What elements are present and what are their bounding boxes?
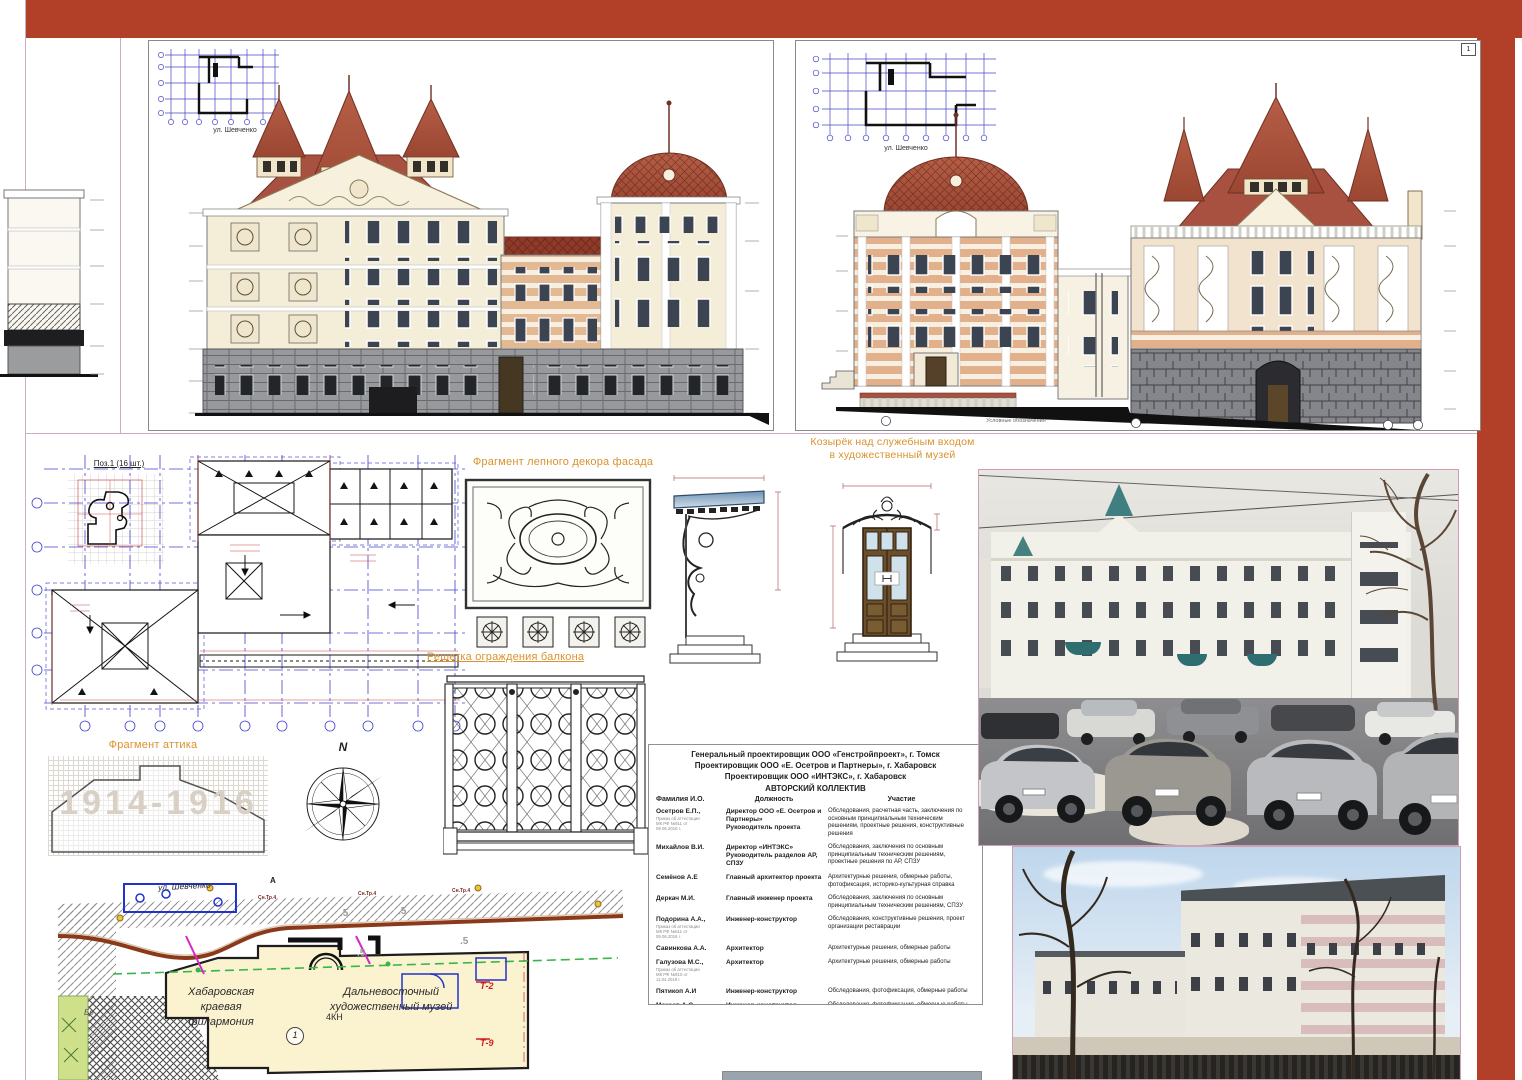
- photo-trees: [1018, 849, 1441, 1079]
- siteplan-philharmonic-label: Хабаровская краевая филармония: [188, 986, 255, 1028]
- credit-note: Приказ об аттестации МК РФ №810 от 11.04…: [656, 966, 700, 982]
- credits-table: Генеральный проектировщик ООО «Генстройп…: [648, 744, 983, 1005]
- credit-role: Главный архитектор проекта: [726, 874, 822, 882]
- siteplan-building-number: 1: [286, 1027, 304, 1045]
- credit-name: Подорина А.А.,: [656, 916, 706, 924]
- credit-part: Архитектурные решения, обмерные работы: [828, 959, 951, 966]
- credit-name: Макеев А.С.: [656, 1002, 720, 1004]
- credit-name: Савинкова А.А.: [656, 945, 707, 953]
- roof-plan-drawing: [31, 455, 465, 732]
- presentation-board: ул. Шевченко 1 ул. Шевченко Условные обо…: [0, 0, 1522, 1080]
- right-elevation-drawing: [821, 83, 1456, 430]
- page-left-rule: [25, 0, 26, 1080]
- siteplan-spot-height: .5: [460, 936, 469, 947]
- siteplan-curb-label: Бр: [84, 1008, 94, 1017]
- frame-top-band: [25, 0, 1522, 38]
- sheet-right-elevation: 1 ул. Шевченко Условные обозначения: [795, 40, 1481, 431]
- credits-header-1: Генеральный проектировщик ООО «Генстройп…: [691, 750, 940, 759]
- credit-role: Архитектор: [726, 945, 764, 953]
- credits-row: Михайлов В.И. Директор «ИНТЭКС» Руководи…: [656, 844, 975, 868]
- credits-row: Макеев А.С. Инженер-конструктор Обследов…: [656, 1002, 975, 1004]
- credit-name: Деркач М.И.: [656, 895, 695, 903]
- canopy-label: Козырёк над служебным входом в художеств…: [810, 436, 975, 461]
- siteplan-museum-label: Дальневосточный художественный музей: [330, 986, 453, 1013]
- credit-part: Обследования, расчетная часть, заключени…: [828, 808, 964, 837]
- credit-part: Обследования, заключения по основным при…: [828, 895, 964, 909]
- credit-role: Главный инженер проекта: [726, 895, 813, 903]
- credits-columns: Фамилия И.О. Должность Участие: [656, 796, 975, 803]
- photo-bottom-strip: [722, 1071, 982, 1080]
- siteplan-marker-t9: Т-9: [480, 1038, 494, 1048]
- credit-part: Обследования, фотофиксация, обмерные раб…: [828, 1002, 975, 1004]
- credits-header-2: Проектировщик ООО «Е. Осетров и Партнеры…: [694, 760, 937, 770]
- credits-row: Пятикоп А.И Инженер-конструктор Обследов…: [656, 988, 975, 996]
- credits-row: Осетров Е.П., Приказ об аттестации МК РФ…: [656, 808, 975, 838]
- col-part: Участие: [887, 796, 916, 804]
- legend-note: Условные обозначения: [986, 418, 1046, 424]
- credit-role: Директор ООО «Е. Осетров и Партнеры» Рук…: [726, 808, 822, 832]
- attic-drawing: 1914-1916: [48, 756, 268, 856]
- siteplan-spot-height: .5: [357, 948, 366, 959]
- credit-role: Директор «ИНТЭКС» Руководитель разделов …: [726, 844, 818, 868]
- siteplan-spot-height: .5: [340, 908, 349, 919]
- photo-corner-view: [1012, 846, 1461, 1080]
- photo-window-row: [1001, 602, 1401, 618]
- credit-name: Осетров Е.П.,: [656, 808, 701, 816]
- railing-drawing: [443, 675, 648, 855]
- credits-row: Семёнов А.Е Главный архитектор проекта А…: [656, 874, 975, 889]
- credit-role: Инженер-конструктор: [726, 916, 798, 924]
- credits-rows: Осетров Е.П., Приказ об аттестации МК РФ…: [656, 808, 975, 1004]
- decor-fragment-label: Фрагмент лепного декора фасада: [472, 456, 654, 468]
- compass-rose: [304, 767, 382, 841]
- photo-turret-teal: [1105, 484, 1133, 516]
- attic-label: Фрагмент аттика: [108, 739, 198, 751]
- credit-note: Приказ об аттестации МК РФ №611 от 09.06…: [656, 923, 700, 939]
- credit-role: Инженер-конструктор: [726, 988, 798, 996]
- photo-cornice: [991, 558, 1411, 561]
- photo-tree-branches: [1359, 472, 1457, 710]
- frame-right-band: [1477, 0, 1515, 1080]
- siteplan-tr-label: Сн.Тр.4: [358, 891, 377, 897]
- credits-row: Савинкова А.А. Архитектор Архитектурные …: [656, 945, 975, 953]
- sheet-left-elevation: ул. Шевченко: [148, 40, 774, 431]
- credit-role: Архитектор: [726, 959, 764, 967]
- siteplan-spot-height: .5: [398, 906, 407, 917]
- photo-cars: [981, 699, 1458, 835]
- left-margin-section-fragment: [0, 189, 104, 377]
- attic-dates-text: 1914-1916: [59, 784, 258, 822]
- siteplan-arrow-label: А: [270, 876, 276, 885]
- credits-row: Подорина А.А., Приказ об аттестации МК Р…: [656, 916, 975, 939]
- mid-divider-rule: [25, 433, 1477, 434]
- credit-part: Обследования, фотофиксация, обмерные раб…: [828, 988, 968, 995]
- credit-note: Приказ об аттестации МК РФ №911 от 09.06…: [656, 815, 700, 832]
- siteplan-kn-label: 4КН: [326, 1012, 343, 1022]
- credits-row: Галузова М.С., Приказ об аттестации МК Р…: [656, 959, 975, 982]
- credit-name: Галузова М.С.,: [656, 959, 704, 967]
- siteplan-marker-t2: Т-2: [480, 981, 494, 991]
- photo-street-view: [978, 469, 1459, 846]
- credit-part: Обследования, заключения по основным при…: [828, 844, 946, 866]
- credits-row: Деркач М.И. Главный инженер проекта Обсл…: [656, 895, 975, 910]
- photo-window-row: [1001, 566, 1401, 581]
- col-name: Фамилия И.О.: [656, 796, 705, 804]
- credit-part: Архитектурные решения, обмерные работы: [828, 945, 951, 952]
- canopy-side-view-drawing: [669, 475, 781, 664]
- inner-left-rule: [120, 38, 121, 433]
- credit-name: Семёнов А.Е: [656, 874, 698, 882]
- credit-part: Обследования, конструктивные решения, пр…: [828, 916, 966, 930]
- credit-part: Архитектурные решения, обмерные работы, …: [828, 874, 955, 888]
- credits-title: АВТОРСКИЙ КОЛЛЕКТИВ: [765, 784, 866, 794]
- col-role: Должность: [754, 796, 794, 804]
- credit-name: Михайлов В.И.: [656, 844, 705, 852]
- credit-role: Инженер-конструктор: [726, 1002, 822, 1004]
- railing-label: Решетка ограждения балкона: [426, 651, 585, 663]
- photo-building-main: [991, 532, 1411, 702]
- siteplan-tr-label: Сн.Тр.4: [258, 895, 277, 901]
- credit-name: Пятикоп А.И: [656, 988, 697, 996]
- siteplan-tr-label: Сн.Тр.4: [452, 888, 471, 894]
- canopy-front-door-drawing: [830, 483, 940, 662]
- credits-header-3: Проектировщик ООО «ИНТЭКС», г. Хабаровск: [724, 771, 907, 781]
- left-elevation-drawing: [189, 75, 769, 425]
- decor-fragment-drawing: [464, 478, 652, 648]
